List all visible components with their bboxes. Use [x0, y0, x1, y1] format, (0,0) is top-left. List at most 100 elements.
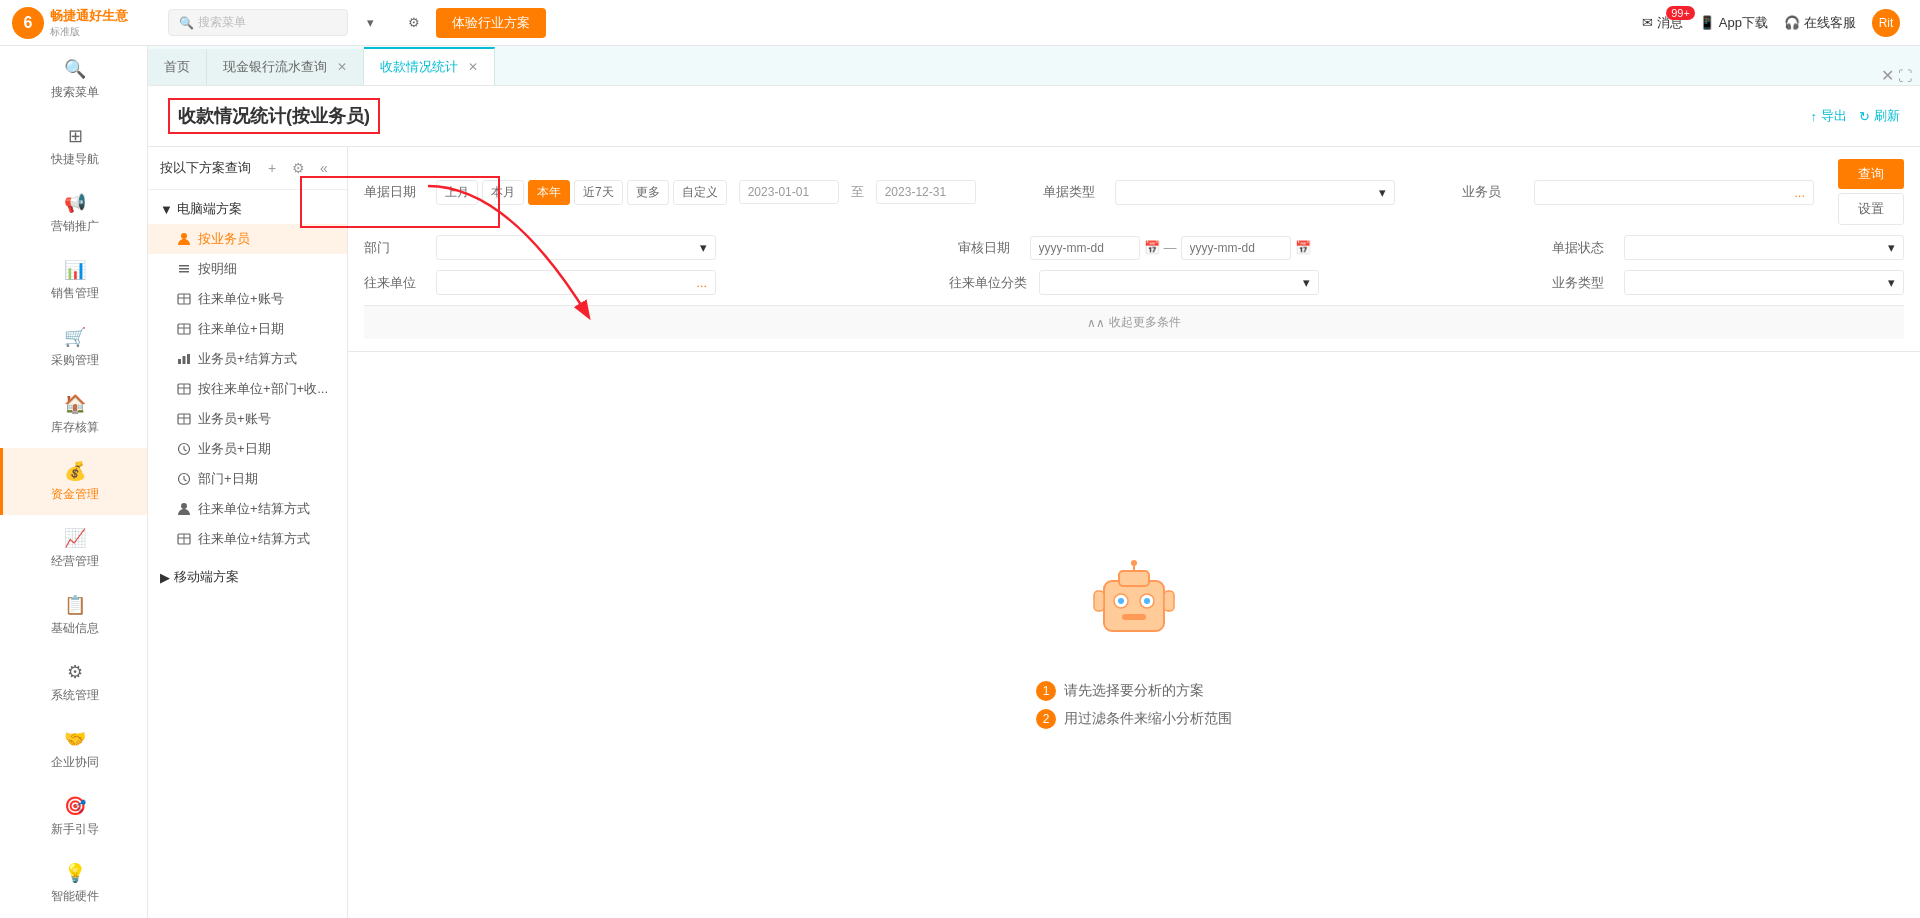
scheme-item-cp-dept-collection[interactable]: 按往来单位+部门+收... — [148, 374, 347, 404]
user-avatar[interactable]: Rit — [1872, 9, 1900, 37]
sidebar-item-sales[interactable]: 📊 销售管理 — [0, 247, 147, 314]
date-from-input[interactable] — [739, 180, 839, 204]
sidebar-item-quicknav[interactable]: ⊞ 快捷导航 — [0, 113, 147, 180]
app-download-button[interactable]: 📱 App下载 — [1699, 14, 1768, 32]
biz-type-select[interactable]: ▾ — [1624, 270, 1904, 295]
svg-rect-10 — [178, 359, 181, 364]
chevron-down-dept: ▾ — [700, 240, 707, 255]
header-search[interactable]: 🔍 搜索菜单 — [168, 9, 348, 36]
date-btn-custom[interactable]: 自定义 — [673, 180, 727, 205]
clock-icon-1 — [176, 441, 192, 457]
scheme-item-sp-account[interactable]: 业务员+账号 — [148, 404, 347, 434]
tab-home[interactable]: 首页 — [148, 49, 207, 85]
date-btn-7days[interactable]: 近7天 — [574, 180, 623, 205]
cp-category-label: 往来单位分类 — [949, 274, 1027, 292]
collapse-scheme-icon[interactable]: « — [313, 157, 335, 179]
calendar-to-icon[interactable]: 📅 — [1295, 240, 1311, 255]
counterparty-select[interactable]: ... — [436, 270, 716, 295]
scheme-item-detail[interactable]: 按明细 — [148, 254, 347, 284]
salesperson-select[interactable]: ... — [1534, 180, 1814, 205]
header-settings-icon[interactable]: ⚙ — [400, 9, 428, 37]
scheme-panel-actions: + ⚙ « — [261, 157, 335, 179]
date-btn-last-month[interactable]: 上月 — [436, 180, 478, 205]
online-service-button[interactable]: 🎧 在线客服 — [1784, 14, 1856, 32]
date-btn-this-year[interactable]: 本年 — [528, 180, 570, 205]
scheme-item-counterparty-date[interactable]: 往来单位+日期 — [148, 314, 347, 344]
sidebar-item-operation[interactable]: 📈 经营管理 — [0, 515, 147, 582]
date-btn-more[interactable]: 更多 — [627, 180, 669, 205]
collapse-filter-btn[interactable]: ∧∧ 收起更多条件 — [364, 305, 1904, 339]
scheme-item-sp-date[interactable]: 业务员+日期 — [148, 434, 347, 464]
tab-close-all-icon[interactable]: ✕ — [1881, 66, 1894, 85]
sidebar-item-purchase[interactable]: 🛒 采购管理 — [0, 314, 147, 381]
scheme-item-dept-date[interactable]: 部门+日期 — [148, 464, 347, 494]
sidebar-item-marketing[interactable]: 📢 营销推广 — [0, 180, 147, 247]
basic-icon: 📋 — [64, 594, 86, 616]
query-button[interactable]: 查询 — [1838, 159, 1904, 189]
logo-area: 6 畅捷通好生意 标准版 — [12, 7, 160, 39]
tab-maximize-icon[interactable]: ⛶ — [1898, 68, 1912, 84]
doc-status-label: 单据状态 — [1552, 239, 1612, 257]
scheme-item-by-salesperson[interactable]: 按业务员 — [148, 224, 347, 254]
tab-bank-flow-label: 现金银行流水查询 — [223, 58, 327, 76]
sidebar-label-purchase: 采购管理 — [51, 352, 99, 369]
empty-state: 1 请先选择要分析的方案 2 用过滤条件来缩小分析范围 — [348, 352, 1920, 918]
user-name: Rit — [1879, 16, 1894, 30]
step-2-num: 2 — [1036, 709, 1056, 729]
date-to-input[interactable] — [876, 180, 976, 204]
tab-collection-stat-close[interactable]: ✕ — [468, 60, 478, 74]
scheme-item-salesperson-settlement[interactable]: 业务员+结算方式 — [148, 344, 347, 374]
collab-icon: 🤝 — [64, 728, 86, 750]
finance-icon: 💰 — [64, 460, 86, 482]
dept-select[interactable]: ▾ — [436, 235, 716, 260]
filter-section: 单据日期 上月 本月 本年 近7天 更多 自定义 至 — [348, 147, 1920, 352]
doc-status-select[interactable]: ▾ — [1624, 235, 1904, 260]
filter-row-2: 部门 ▾ 审核日期 📅 — — [364, 235, 1904, 260]
sidebar-item-hardware[interactable]: 💡 智能硬件 — [0, 850, 147, 917]
scheme-item-cp-settlement-2[interactable]: 往来单位+结算方式 — [148, 524, 347, 554]
sidebar-label-operation: 经营管理 — [51, 553, 99, 570]
svg-line-24 — [184, 480, 187, 482]
filter-row-3: 往来单位 ... 往来单位分类 ▾ — [364, 270, 1904, 295]
tab-bank-flow-close[interactable]: ✕ — [337, 60, 347, 74]
gear-scheme-icon[interactable]: ⚙ — [287, 157, 309, 179]
sidebar-item-finance[interactable]: 💰 资金管理 — [0, 448, 147, 515]
tab-bank-flow[interactable]: 现金银行流水查询 ✕ — [207, 49, 364, 85]
trial-button[interactable]: 体验行业方案 — [436, 8, 546, 38]
settings-button[interactable]: 设置 — [1838, 193, 1904, 225]
scheme-item-counterparty-account[interactable]: 往来单位+账号 — [148, 284, 347, 314]
export-button[interactable]: ↑ 导出 — [1811, 107, 1848, 125]
page-header-actions: ↑ 导出 ↻ 刷新 — [1811, 107, 1901, 125]
add-scheme-icon[interactable]: + — [261, 157, 283, 179]
sidebar-item-collab[interactable]: 🤝 企业协同 — [0, 716, 147, 783]
svg-point-0 — [181, 233, 187, 239]
content-wrapper: 收款情况统计(按业务员) ↑ 导出 ↻ 刷新 按以下 — [148, 86, 1920, 918]
sidebar-item-system[interactable]: ⚙ 系统管理 — [0, 649, 147, 716]
review-date-from[interactable] — [1030, 236, 1140, 260]
collapse-label: 收起更多条件 — [1109, 314, 1181, 331]
date-btn-this-month[interactable]: 本月 — [482, 180, 524, 205]
doc-type-select[interactable]: ▾ — [1115, 180, 1395, 205]
sidebar-item-guide[interactable]: 🎯 新手引导 — [0, 783, 147, 850]
scheme-group-mobile-header[interactable]: ▶ 移动端方案 — [148, 562, 347, 592]
header-dropdown-btn[interactable]: ▾ — [356, 9, 384, 37]
sidebar-item-search[interactable]: 🔍 搜索菜单 — [0, 46, 147, 113]
tab-collection-stat[interactable]: 收款情况统计 ✕ — [364, 47, 495, 85]
sidebar-item-inventory[interactable]: 🏠 库存核算 — [0, 381, 147, 448]
review-date-to[interactable] — [1181, 236, 1291, 260]
more-counterparty-icon[interactable]: ... — [696, 275, 707, 290]
scheme-group-desktop-header[interactable]: ▼ 电脑端方案 — [148, 194, 347, 224]
calendar-from-icon[interactable]: 📅 — [1144, 240, 1160, 255]
date-preset-group: 上月 本月 本年 近7天 更多 自定义 — [436, 180, 727, 205]
date-label: 单据日期 — [364, 183, 424, 201]
sidebar-item-basic[interactable]: 📋 基础信息 — [0, 582, 147, 649]
more-salesperson-icon[interactable]: ... — [1794, 185, 1805, 200]
scheme-item-cp-account-label: 往来单位+账号 — [198, 290, 284, 308]
chevron-down-cpcat: ▾ — [1303, 275, 1310, 290]
sidebar-label-basic: 基础信息 — [51, 620, 99, 637]
messages-button[interactable]: ✉ 消息 99+ — [1642, 14, 1683, 32]
cp-category-select[interactable]: ▾ — [1039, 270, 1319, 295]
scheme-item-cp-settlement-1[interactable]: 往来单位+结算方式 — [148, 494, 347, 524]
svg-rect-1 — [179, 265, 189, 267]
refresh-button[interactable]: ↻ 刷新 — [1859, 107, 1900, 125]
